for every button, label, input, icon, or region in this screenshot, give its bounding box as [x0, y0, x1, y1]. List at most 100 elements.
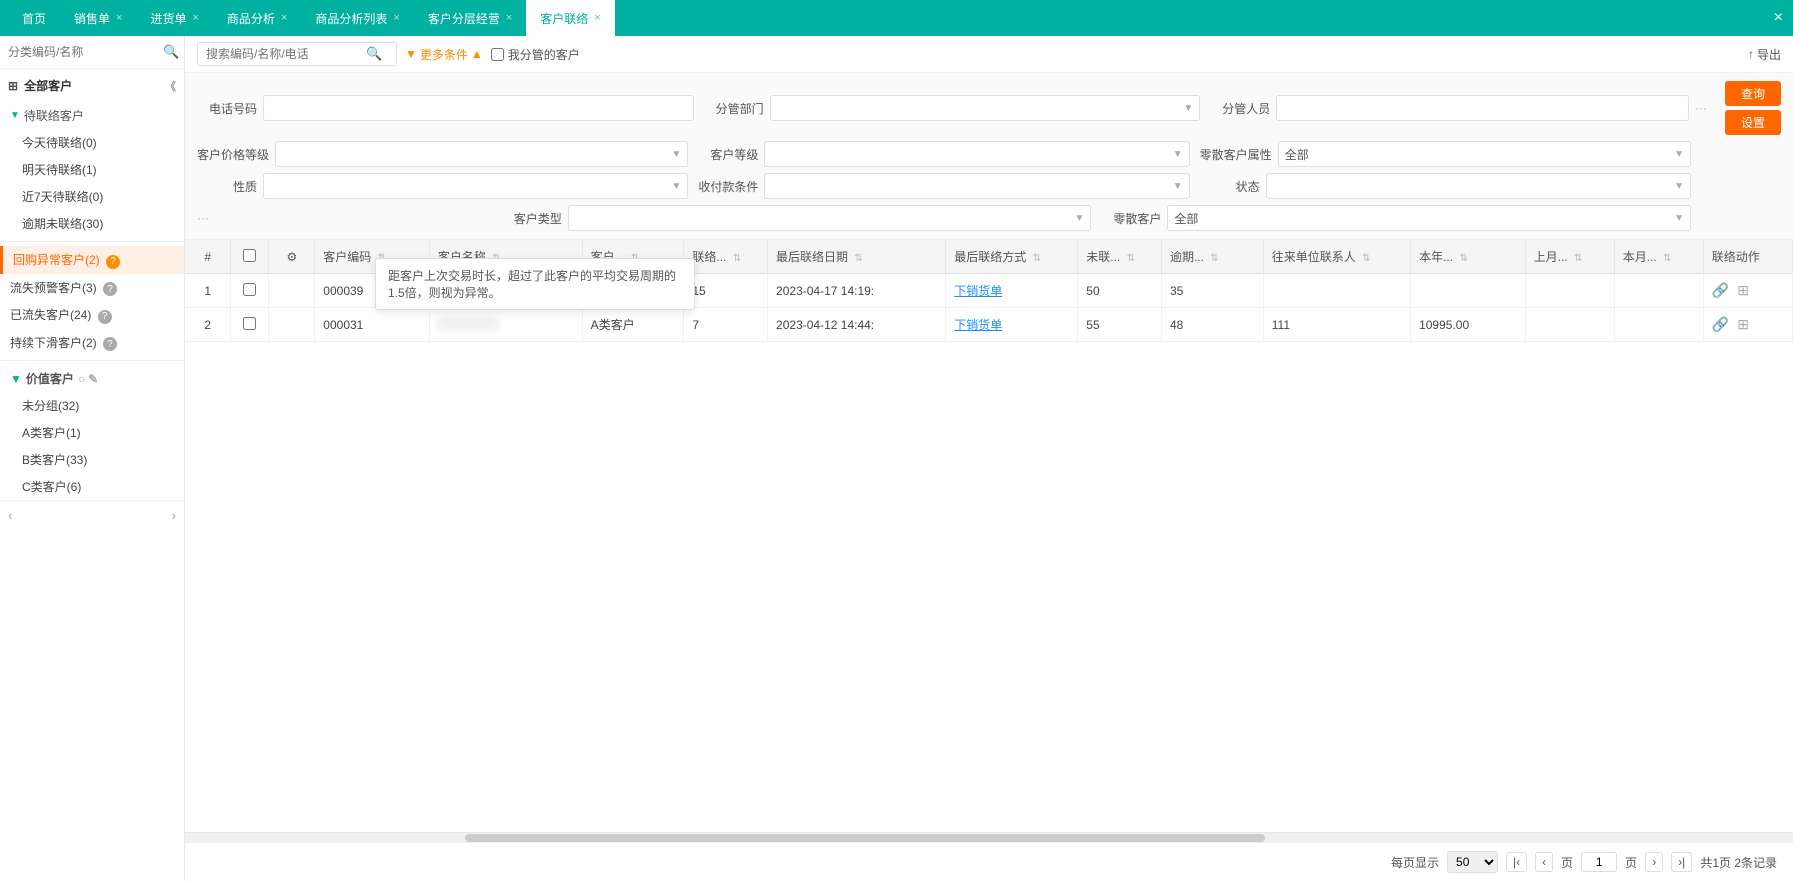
close-product-list-tab[interactable]: × — [393, 12, 399, 24]
all-customers-header[interactable]: ⊞ 全部客户 《 — [0, 69, 184, 102]
waiting-group-label[interactable]: ▼ 待联络客户 — [0, 102, 184, 129]
sidebar-search-icon[interactable]: 🔍 — [163, 44, 179, 60]
nav-product-analysis[interactable]: 商品分析 × — [213, 0, 301, 36]
sidebar-search-input[interactable] — [8, 45, 163, 59]
main-search-icon[interactable]: 🔍 — [366, 46, 382, 62]
sidebar-item-a-class[interactable]: A类客户(1) — [0, 419, 184, 446]
sidebar-item-c-class[interactable]: C类客户(6) — [0, 473, 184, 500]
close-sales-tab[interactable]: × — [116, 12, 122, 24]
total-info: 共1页 2条记录 — [1700, 854, 1777, 871]
abnormal-info-icon[interactable]: ? — [106, 255, 120, 269]
close-window-button[interactable]: × — [1774, 9, 1783, 27]
divider1 — [0, 241, 184, 242]
lost-info-icon[interactable]: ? — [98, 310, 112, 324]
th-overdue: 逾期... ⇅ — [1161, 240, 1263, 274]
scrollbar-thumb[interactable] — [465, 834, 1265, 842]
prev-page-btn[interactable]: ‹ — [1535, 852, 1553, 872]
sidebar-prev-btn[interactable]: ‹ — [8, 507, 13, 523]
sidebar-item-overdue[interactable]: 逾期未联络(30) — [0, 210, 184, 237]
retail-attr-select[interactable]: 全部 ▼ — [1278, 141, 1691, 167]
sidebar-item-today[interactable]: 今天待联络(0) — [0, 129, 184, 156]
link-icon-2[interactable]: 🔗 — [1712, 316, 1729, 333]
sidebar-item-loss-warning[interactable]: 流失预警客户(3) ? — [0, 274, 184, 302]
sort-unitcontact-icon[interactable]: ⇅ — [1362, 253, 1370, 264]
customer-level-label: 客户等级 — [698, 146, 758, 163]
th-settings[interactable]: ⚙ — [269, 240, 315, 274]
sidebar-item-no-group[interactable]: 未分组(32) — [0, 392, 184, 419]
row2-checkbox[interactable] — [243, 317, 256, 330]
my-customers-checkbox-wrap[interactable]: 我分管的客户 — [491, 46, 580, 63]
qr-icon-1[interactable]: ⊞ — [1737, 282, 1749, 299]
sidebar-item-abnormal[interactable]: 回购异常客户(2) ? — [0, 246, 184, 274]
cell-lastway-2[interactable]: 下销货单 — [946, 308, 1078, 342]
dept-select[interactable]: ▼ — [770, 95, 1201, 121]
nav-customer-tier[interactable]: 客户分层经营 × — [414, 0, 526, 36]
price-group-label[interactable]: ▼ 价值客户 ○ ✎ — [0, 365, 184, 392]
link-icon-1[interactable]: 🔗 — [1712, 282, 1729, 299]
loss-warning-info-icon[interactable]: ? — [103, 282, 117, 296]
next-page-btn[interactable]: › — [1645, 852, 1663, 872]
sort-overdue-icon[interactable]: ⇅ — [1210, 253, 1218, 264]
cell-lastway-1[interactable]: 下销货单 — [946, 274, 1078, 308]
phone-input[interactable] — [263, 95, 694, 121]
manager-select[interactable] — [1276, 95, 1689, 121]
my-customers-checkbox[interactable] — [491, 48, 504, 61]
main-search-input[interactable] — [206, 47, 366, 61]
lastway-link-1[interactable]: 下销货单 — [954, 284, 1002, 298]
last-page-btn[interactable]: ›| — [1671, 852, 1692, 872]
price-group-radio[interactable]: ○ — [78, 372, 85, 386]
qr-icon-2[interactable]: ⊞ — [1737, 316, 1749, 333]
retail-customer-select[interactable]: 全部 ▼ — [1167, 205, 1691, 231]
nav-purchase[interactable]: 进货单 × — [136, 0, 212, 36]
th-unitcontact: 往来单位联系人 ⇅ — [1263, 240, 1410, 274]
sort-thismonth-icon[interactable]: ⇅ — [1663, 253, 1671, 264]
cell-checkbox-2[interactable] — [231, 308, 269, 342]
declining-info-icon[interactable]: ? — [103, 337, 117, 351]
status-select[interactable]: ▼ — [1266, 173, 1691, 199]
sidebar-item-lost[interactable]: 已流失客户(24) ? — [0, 301, 184, 329]
price-level-select[interactable]: ▼ — [275, 141, 688, 167]
cell-lastdate-2: 2023-04-12 14:44: — [768, 308, 946, 342]
sidebar-item-tomorrow[interactable]: 明天待联络(1) — [0, 156, 184, 183]
sidebar-next-btn[interactable]: › — [171, 507, 176, 523]
customer-level-select[interactable]: ▼ — [764, 141, 1189, 167]
lastway-link-2[interactable]: 下销货单 — [954, 318, 1002, 332]
close-customer-contact-tab[interactable]: × — [594, 12, 600, 24]
sidebar-item-b-class[interactable]: B类客户(33) — [0, 446, 184, 473]
select-all-checkbox[interactable] — [243, 249, 256, 262]
more-conditions-button[interactable]: ▼ 更多条件 ▲ — [405, 46, 483, 63]
manager-dots[interactable]: ··· — [1695, 101, 1707, 115]
sort-notcontact-icon[interactable]: ⇅ — [1127, 253, 1135, 264]
first-page-btn[interactable]: |‹ — [1506, 852, 1527, 872]
nav-product-list[interactable]: 商品分析列表 × — [301, 0, 413, 36]
filter-customer-level: 客户等级 ▼ — [698, 141, 1189, 167]
sort-lastmonth-icon[interactable]: ⇅ — [1574, 253, 1582, 264]
export-button[interactable]: ↑ 导出 — [1748, 46, 1781, 63]
sort-contact-icon[interactable]: ⇅ — [733, 253, 741, 264]
nav-home[interactable]: 首页 — [8, 0, 60, 36]
nav-sales[interactable]: 销售单 × — [60, 0, 136, 36]
per-page-select[interactable]: 50 20 100 — [1447, 851, 1498, 873]
sort-lastway-icon[interactable]: ⇅ — [1033, 253, 1041, 264]
settings-button[interactable]: 设置 — [1725, 110, 1781, 135]
page-number-input[interactable] — [1581, 852, 1617, 872]
close-purchase-tab[interactable]: × — [192, 12, 198, 24]
row1-checkbox[interactable] — [243, 283, 256, 296]
sidebar-item-declining[interactable]: 持续下滑客户(2) ? — [0, 329, 184, 357]
price-group-edit-icon[interactable]: ✎ — [88, 372, 98, 386]
cell-checkbox-1[interactable] — [231, 274, 269, 308]
row4-dots[interactable]: ··· — [197, 211, 209, 225]
close-customer-tier-tab[interactable]: × — [506, 12, 512, 24]
query-button[interactable]: 查询 — [1725, 81, 1781, 106]
close-product-analysis-tab[interactable]: × — [281, 12, 287, 24]
sidebar-item-7days[interactable]: 近7天待联络(0) — [0, 183, 184, 210]
payment-terms-select[interactable]: ▼ — [764, 173, 1189, 199]
sort-thisyear-icon[interactable]: ⇅ — [1459, 253, 1467, 264]
pagination-bar: 每页显示 50 20 100 |‹ ‹ 页 页 › ›| 共1页 2条记录 — [185, 842, 1793, 881]
collapse-icon[interactable]: 《 — [165, 78, 176, 94]
customer-type-select[interactable]: ▼ — [568, 205, 1092, 231]
gender-select[interactable]: ▼ — [263, 173, 688, 199]
nav-customer-contact[interactable]: 客户联络 × — [526, 0, 614, 36]
horizontal-scrollbar[interactable] — [185, 832, 1793, 842]
sort-lastdate-icon[interactable]: ⇅ — [854, 253, 862, 264]
